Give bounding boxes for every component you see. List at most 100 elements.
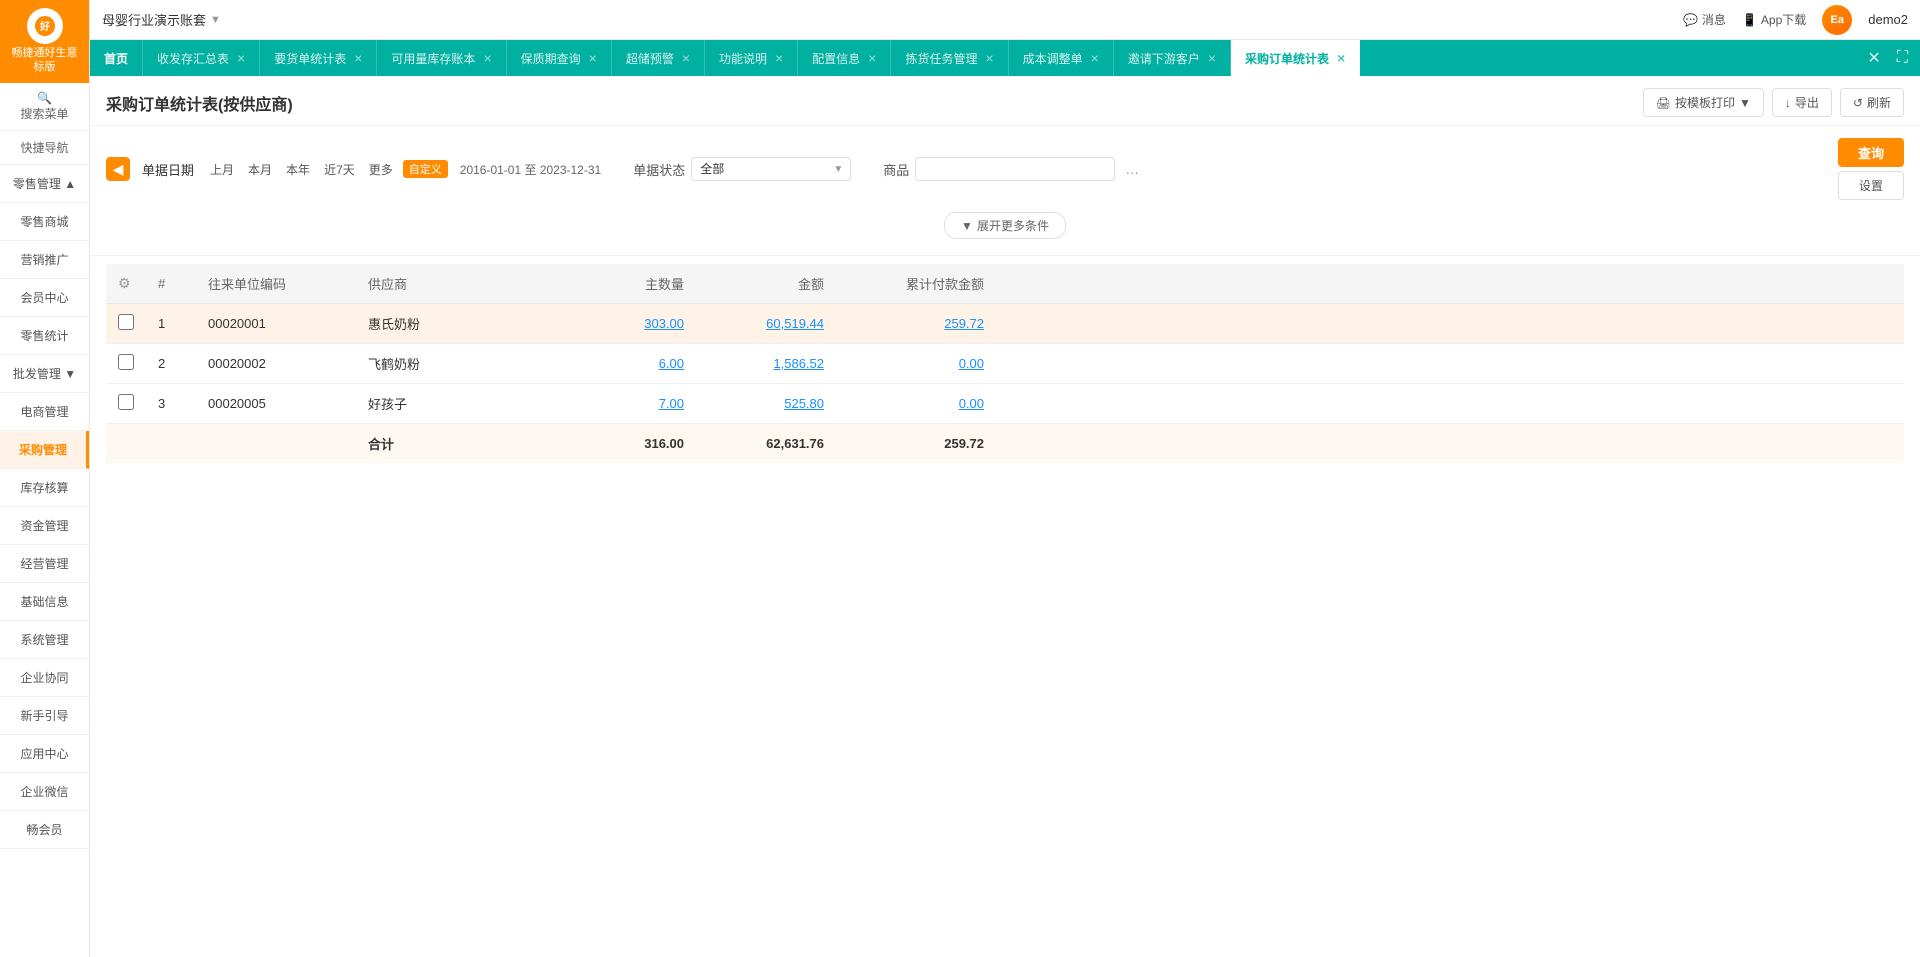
app-name: 畅捷通好生意 bbox=[12, 46, 78, 60]
table-row: 3 00020005 好孩子 7.00 525.80 bbox=[106, 384, 1904, 424]
tab-picking[interactable]: 拣货任务管理 × bbox=[891, 40, 1008, 76]
app-download-action[interactable]: 📱 App下载 bbox=[1742, 11, 1806, 28]
tab-receive[interactable]: 收发存汇总表 × bbox=[143, 40, 260, 76]
goods-filter-field: 商品 … bbox=[883, 157, 1139, 181]
row-3-qty[interactable]: 7.00 bbox=[576, 384, 696, 424]
app-logo[interactable]: 好 畅捷通好生意 标版 bbox=[0, 0, 90, 83]
tab-requisition[interactable]: 要货单统计表 × bbox=[260, 40, 377, 76]
print-icon: 🖨 bbox=[1656, 96, 1671, 110]
avatar[interactable]: Ea bbox=[1822, 5, 1852, 35]
template-print-button[interactable]: 🖨 按模板打印 ▼ bbox=[1643, 88, 1764, 117]
wecom-label: 企业微信 bbox=[20, 783, 68, 800]
sidebar-item-wecom[interactable]: 企业微信 bbox=[0, 773, 89, 811]
row-2-amount[interactable]: 1,586.52 bbox=[696, 344, 836, 384]
sidebar-item-quick-nav[interactable]: 快捷导航 bbox=[0, 131, 89, 165]
tab-invite-close[interactable]: × bbox=[1208, 50, 1216, 66]
tab-cost-close[interactable]: × bbox=[1091, 50, 1099, 66]
sidebar-item-vip[interactable]: 畅会员 bbox=[0, 811, 89, 849]
row-1-code: 00020001 bbox=[196, 304, 356, 344]
date-shortcut-7days[interactable]: 近7天 bbox=[320, 160, 359, 179]
date-shortcut-this-year[interactable]: 本年 bbox=[282, 160, 314, 179]
row-1-checkbox[interactable] bbox=[118, 314, 134, 330]
tab-invite[interactable]: 邀请下游客户 × bbox=[1114, 40, 1231, 76]
row-2-qty[interactable]: 6.00 bbox=[576, 344, 696, 384]
tab-expiry-close[interactable]: × bbox=[589, 50, 597, 66]
tab-home[interactable]: 首页 bbox=[90, 40, 143, 76]
tab-overstock[interactable]: 超储预警 × bbox=[612, 40, 705, 76]
footer-amount: 62,631.76 bbox=[696, 424, 836, 464]
tab-inventory[interactable]: 可用量库存账本 × bbox=[377, 40, 506, 76]
app-center-label: 应用中心 bbox=[20, 745, 68, 762]
date-custom-badge[interactable]: 自定义 bbox=[403, 160, 448, 178]
tab-fullscreen-btn[interactable]: ⛶ bbox=[1893, 47, 1912, 69]
sidebar-item-member[interactable]: 会员中心 bbox=[0, 279, 89, 317]
tab-function[interactable]: 功能说明 × bbox=[705, 40, 798, 76]
sidebar-item-finance[interactable]: 资金管理 bbox=[0, 507, 89, 545]
tab-expiry[interactable]: 保质期查询 × bbox=[507, 40, 612, 76]
date-shortcut-this-month[interactable]: 本月 bbox=[244, 160, 276, 179]
row-3-amount[interactable]: 525.80 bbox=[696, 384, 836, 424]
tab-bar: 首页 收发存汇总表 × 要货单统计表 × 可用量库存账本 × 保质期查询 × 超… bbox=[90, 40, 1920, 76]
row-3-checkbox[interactable] bbox=[118, 394, 134, 410]
sidebar-item-wholesale[interactable]: 批发管理 ▼ bbox=[0, 355, 89, 393]
row-3-extra bbox=[996, 384, 1904, 424]
sidebar-item-purchase[interactable]: 采购管理 bbox=[0, 431, 89, 469]
refresh-button[interactable]: ↺ 刷新 bbox=[1840, 88, 1904, 117]
sidebar-item-operation[interactable]: 经营管理 bbox=[0, 545, 89, 583]
tab-function-close[interactable]: × bbox=[775, 50, 783, 66]
tab-receive-close[interactable]: × bbox=[237, 50, 245, 66]
tab-purchase-stat[interactable]: 采购订单统计表 × bbox=[1231, 40, 1360, 76]
sidebar-item-guide[interactable]: 新手引导 bbox=[0, 697, 89, 735]
retail-mall-label: 零售商城 bbox=[20, 213, 68, 230]
row-3-paid[interactable]: 0.00 bbox=[836, 384, 996, 424]
template-print-arrow: ▼ bbox=[1739, 96, 1751, 110]
export-button[interactable]: ↓ 导出 bbox=[1772, 88, 1832, 117]
search-label: 搜索菜单 bbox=[0, 105, 89, 122]
sidebar-item-search[interactable]: 🔍 搜索菜单 bbox=[0, 83, 89, 131]
filter-settings-button[interactable]: 设置 bbox=[1838, 171, 1904, 200]
table-settings-icon[interactable]: ⚙ bbox=[118, 275, 131, 291]
sidebar-item-app-center[interactable]: 应用中心 bbox=[0, 735, 89, 773]
workspace-selector[interactable]: 母婴行业演示账套 ▼ bbox=[102, 10, 221, 29]
sidebar-item-retail-mall[interactable]: 零售商城 bbox=[0, 203, 89, 241]
status-select[interactable]: 全部 待审核 已审核 已完成 bbox=[691, 157, 851, 181]
retail-label: 零售管理 ▲ bbox=[13, 175, 76, 192]
goods-more-icon[interactable]: … bbox=[1125, 161, 1139, 177]
sidebar-item-retail-stat[interactable]: 零售统计 bbox=[0, 317, 89, 355]
date-shortcut-last-month[interactable]: 上月 bbox=[206, 160, 238, 179]
tab-config[interactable]: 配置信息 × bbox=[798, 40, 891, 76]
sidebar-item-inventory-check[interactable]: 库存核算 bbox=[0, 469, 89, 507]
member-label: 会员中心 bbox=[20, 289, 68, 306]
sidebar-item-retail[interactable]: 零售管理 ▲ bbox=[0, 165, 89, 203]
tab-picking-close[interactable]: × bbox=[985, 50, 993, 66]
sidebar-item-ecommerce[interactable]: 电商管理 bbox=[0, 393, 89, 431]
date-shortcut-more[interactable]: 更多 bbox=[365, 160, 397, 179]
row-3-checkbox-cell bbox=[106, 384, 146, 424]
row-2-paid[interactable]: 0.00 bbox=[836, 344, 996, 384]
row-1-code-value: 00020001 bbox=[208, 316, 266, 331]
tab-config-close[interactable]: × bbox=[868, 50, 876, 66]
row-1-amount[interactable]: 60,519.44 bbox=[696, 304, 836, 344]
row-1-qty[interactable]: 303.00 bbox=[576, 304, 696, 344]
tab-requisition-close[interactable]: × bbox=[354, 50, 362, 66]
tab-overstock-close[interactable]: × bbox=[682, 50, 690, 66]
row-2-checkbox[interactable] bbox=[118, 354, 134, 370]
sidebar-item-corp[interactable]: 企业协同 bbox=[0, 659, 89, 697]
tab-cost[interactable]: 成本调整单 × bbox=[1009, 40, 1114, 76]
tab-inventory-close[interactable]: × bbox=[483, 50, 491, 66]
sidebar-item-marketing[interactable]: 营销推广 bbox=[0, 241, 89, 279]
tab-purchase-stat-close[interactable]: × bbox=[1337, 50, 1345, 66]
expand-more-button[interactable]: ▼ 展开更多条件 bbox=[944, 212, 1066, 239]
export-label: 导出 bbox=[1795, 94, 1819, 111]
sidebar-item-system[interactable]: 系统管理 bbox=[0, 621, 89, 659]
message-action[interactable]: 💬 消息 bbox=[1683, 11, 1726, 28]
sidebar-item-basic[interactable]: 基础信息 bbox=[0, 583, 89, 621]
logo-svg: 好 bbox=[33, 14, 57, 38]
query-button[interactable]: 查询 bbox=[1838, 138, 1904, 167]
filter-toggle-button[interactable]: ◀ bbox=[106, 157, 130, 181]
goods-filter-input[interactable] bbox=[915, 157, 1115, 181]
tab-close-all-btn[interactable]: ✕ bbox=[1863, 46, 1884, 70]
app-download-icon: 📱 bbox=[1742, 13, 1757, 27]
row-1-paid[interactable]: 259.72 bbox=[836, 304, 996, 344]
app-download-label: App下载 bbox=[1761, 11, 1806, 28]
